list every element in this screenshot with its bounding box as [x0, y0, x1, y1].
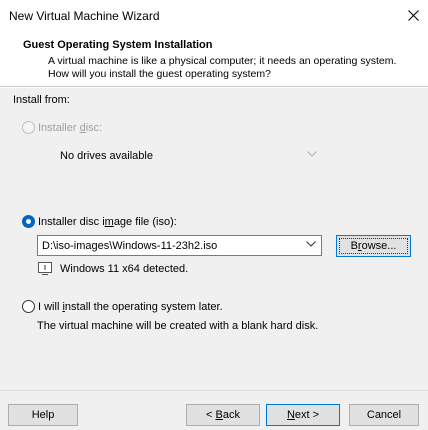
installer-disc-radio[interactable]: Installer disc: [22, 121, 102, 134]
close-icon [407, 9, 419, 21]
title-bar: New Virtual Machine Wizard [0, 0, 428, 30]
help-label: Help [31, 409, 55, 421]
chevron-down-icon[interactable] [306, 241, 316, 247]
cancel-label: Cancel [366, 409, 402, 421]
next-button[interactable]: Next > [266, 404, 340, 426]
iso-path-value: D:\iso-images\Windows-11-23h2.iso [42, 240, 218, 252]
install-later-label: I will install the operating system late… [38, 300, 223, 313]
browse-button[interactable]: Browse... [336, 235, 411, 257]
cancel-button[interactable]: Cancel [349, 404, 419, 426]
disc-drive-value: No drives available [60, 150, 153, 162]
install-later-description: The virtual machine will be created with… [37, 320, 319, 332]
back-label: < Back [206, 409, 240, 421]
chevron-down-icon [307, 151, 317, 157]
install-later-radio[interactable]: I will install the operating system late… [22, 300, 223, 313]
back-button[interactable]: < Back [186, 404, 260, 426]
disc-drive-dropdown[interactable]: No drives available [38, 145, 322, 167]
install-from-label: Install from: [13, 94, 70, 106]
wizard-body: Install from: Installer disc: No drives … [0, 88, 428, 390]
wizard-footer: Help < Back Next > Cancel [0, 390, 428, 430]
wizard-header: Guest Operating System Installation A vi… [0, 30, 428, 87]
help-button[interactable]: Help [8, 404, 78, 426]
os-detected-text: Windows 11 x64 detected. [60, 262, 189, 275]
iso-image-radio[interactable]: Installer disc image file (iso): [22, 215, 177, 228]
iso-image-radio-button[interactable] [22, 215, 35, 228]
next-label: Next > [286, 409, 320, 421]
header-title: Guest Operating System Installation [23, 39, 213, 51]
header-description: A virtual machine is like a physical com… [48, 55, 397, 80]
installer-disc-label: Installer disc: [38, 121, 103, 134]
install-later-radio-button[interactable] [22, 300, 35, 313]
installer-disc-radio-button[interactable] [22, 121, 35, 134]
os-detected-message: Windows 11 x64 detected. [38, 262, 188, 275]
iso-image-label: Installer disc image file (iso): [38, 215, 177, 228]
info-icon [38, 262, 52, 275]
close-button[interactable] [398, 0, 428, 30]
browse-label: Browse... [350, 240, 397, 252]
window-title: New Virtual Machine Wizard [9, 9, 160, 23]
iso-path-combobox[interactable]: D:\iso-images\Windows-11-23h2.iso [37, 235, 322, 256]
